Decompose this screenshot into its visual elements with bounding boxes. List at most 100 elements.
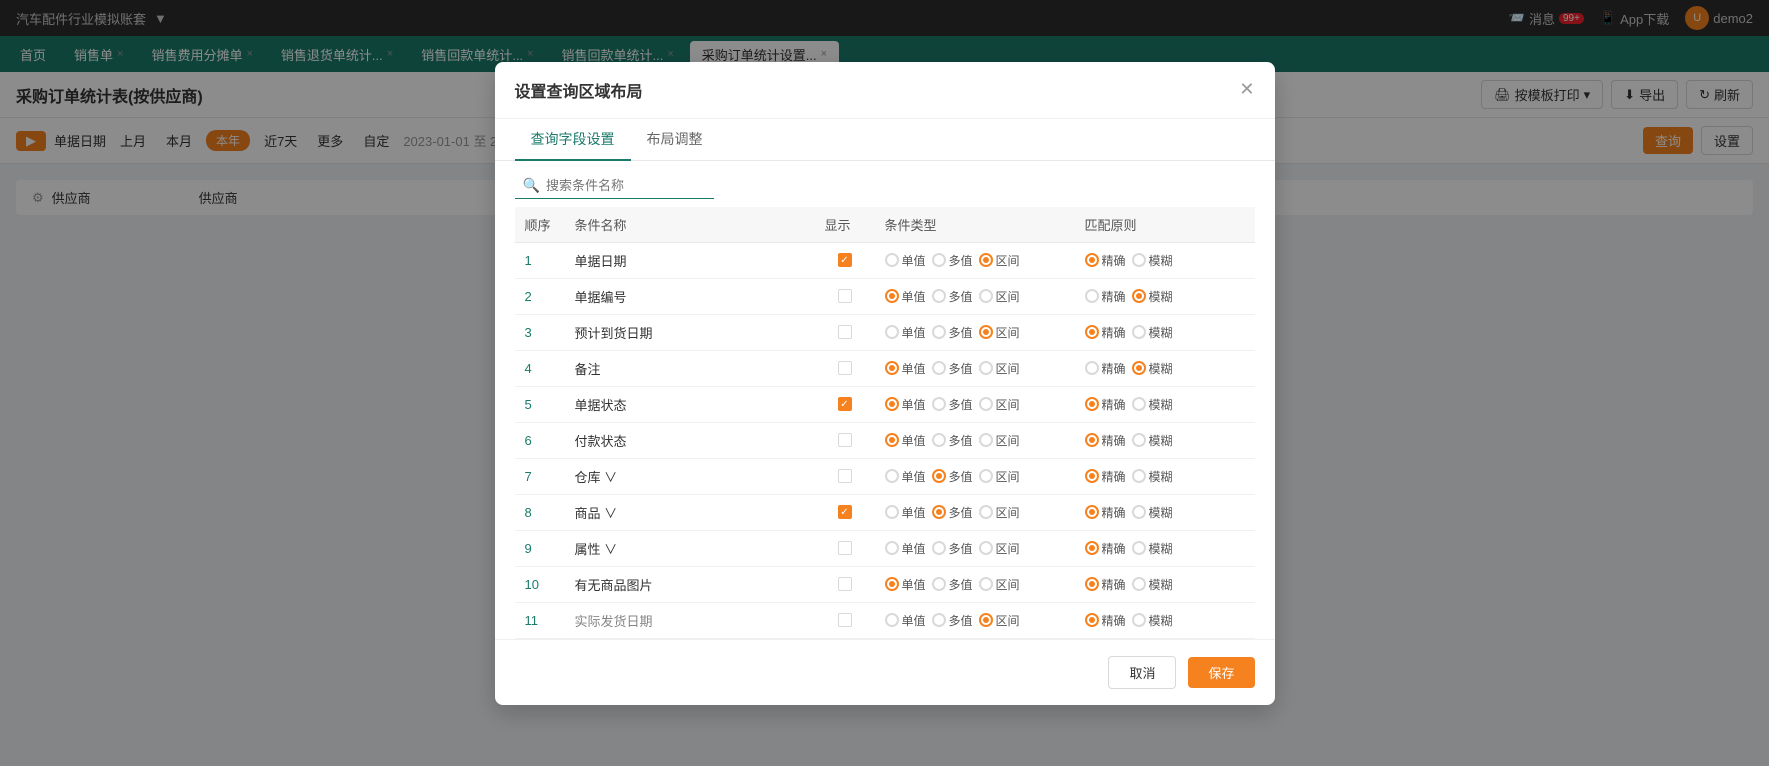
row-type-cell: 单值多值区间	[875, 458, 1075, 494]
show-checkbox[interactable]	[838, 469, 852, 483]
radio-circle	[1085, 433, 1099, 447]
dialog-close-button[interactable]: ✕	[1239, 79, 1254, 100]
radio-label: 精确	[1102, 288, 1126, 305]
rule-radio-fuzzy[interactable]: 模糊	[1132, 252, 1173, 269]
rule-radio-exact[interactable]: 精确	[1085, 252, 1126, 269]
radio-label: 单值	[902, 252, 926, 269]
radio-label: 精确	[1102, 540, 1126, 557]
rule-radio-fuzzy[interactable]: 模糊	[1132, 288, 1173, 305]
show-checkbox[interactable]	[838, 361, 852, 375]
type-radio-multi[interactable]: 多值	[932, 252, 973, 269]
col-show-header: 显示	[815, 207, 875, 243]
rule-radio-fuzzy[interactable]: 模糊	[1132, 504, 1173, 521]
type-radio-single[interactable]: 单值	[885, 576, 926, 593]
type-radio-range[interactable]: 区间	[979, 612, 1020, 629]
dialog-table-wrap: 顺序 条件名称 显示 条件类型 匹配原则 1单据日期单值多值区间精确模糊2单据编…	[495, 207, 1275, 639]
type-radio-range[interactable]: 区间	[979, 576, 1020, 593]
type-radio-range[interactable]: 区间	[979, 504, 1020, 521]
rule-radio-fuzzy[interactable]: 模糊	[1132, 576, 1173, 593]
type-radio-single[interactable]: 单值	[885, 288, 926, 305]
type-radio-range[interactable]: 区间	[979, 468, 1020, 485]
type-radio-single[interactable]: 单值	[885, 360, 926, 377]
type-radio-multi[interactable]: 多值	[932, 432, 973, 449]
show-checkbox[interactable]	[838, 613, 852, 627]
type-radio-range[interactable]: 区间	[979, 324, 1020, 341]
type-radio-multi[interactable]: 多值	[932, 396, 973, 413]
type-radio-single[interactable]: 单值	[885, 504, 926, 521]
rule-radio-fuzzy[interactable]: 模糊	[1132, 324, 1173, 341]
type-radio-single[interactable]: 单值	[885, 540, 926, 557]
rule-radio-fuzzy[interactable]: 模糊	[1132, 360, 1173, 377]
save-button[interactable]: 保存	[1188, 657, 1254, 688]
radio-circle	[979, 361, 993, 375]
type-radio-multi[interactable]: 多值	[932, 612, 973, 629]
condition-search-input[interactable]	[546, 178, 706, 193]
row-condition-name: 仓库 ∨	[565, 458, 815, 494]
type-radio-range[interactable]: 区间	[979, 396, 1020, 413]
type-radio-single[interactable]: 单值	[885, 432, 926, 449]
radio-circle	[885, 577, 899, 591]
dialog-tab-fields[interactable]: 查询字段设置	[515, 119, 631, 161]
rule-radio-exact[interactable]: 精确	[1085, 504, 1126, 521]
table-row: 9属性 ∨单值多值区间精确模糊	[515, 530, 1255, 566]
type-radio-range[interactable]: 区间	[979, 432, 1020, 449]
row-condition-name: 预计到货日期	[565, 314, 815, 350]
radio-label: 多值	[949, 252, 973, 269]
radio-label: 区间	[996, 324, 1020, 341]
rule-radio-fuzzy[interactable]: 模糊	[1132, 432, 1173, 449]
radio-circle	[1132, 253, 1146, 267]
type-radio-multi[interactable]: 多值	[932, 360, 973, 377]
type-radio-single[interactable]: 单值	[885, 324, 926, 341]
rule-radio-fuzzy[interactable]: 模糊	[1132, 612, 1173, 629]
radio-circle	[1132, 433, 1146, 447]
type-radio-single[interactable]: 单值	[885, 468, 926, 485]
radio-circle	[932, 325, 946, 339]
radio-label: 区间	[996, 360, 1020, 377]
type-radio-range[interactable]: 区间	[979, 252, 1020, 269]
rule-radio-exact[interactable]: 精确	[1085, 540, 1126, 557]
type-radio-range[interactable]: 区间	[979, 540, 1020, 557]
rule-radio-exact[interactable]: 精确	[1085, 432, 1126, 449]
show-checkbox[interactable]	[838, 577, 852, 591]
type-radio-multi[interactable]: 多值	[932, 504, 973, 521]
type-radio-multi[interactable]: 多值	[932, 468, 973, 485]
rule-radio-exact[interactable]: 精确	[1085, 360, 1126, 377]
type-radio-multi[interactable]: 多值	[932, 288, 973, 305]
rule-radio-fuzzy[interactable]: 模糊	[1132, 396, 1173, 413]
type-radio-single[interactable]: 单值	[885, 612, 926, 629]
show-checkbox[interactable]	[838, 253, 852, 267]
show-checkbox[interactable]	[838, 433, 852, 447]
rule-radio-exact[interactable]: 精确	[1085, 468, 1126, 485]
cancel-button[interactable]: 取消	[1108, 656, 1176, 689]
show-checkbox[interactable]	[838, 397, 852, 411]
rule-radio-fuzzy[interactable]: 模糊	[1132, 468, 1173, 485]
row-rule-cell: 精确模糊	[1075, 530, 1255, 566]
type-radio-multi[interactable]: 多值	[932, 540, 973, 557]
type-radio-range[interactable]: 区间	[979, 288, 1020, 305]
radio-circle	[1085, 325, 1099, 339]
radio-label: 单值	[902, 324, 926, 341]
rule-radio-exact[interactable]: 精确	[1085, 288, 1126, 305]
rule-radio-exact[interactable]: 精确	[1085, 576, 1126, 593]
type-radio-single[interactable]: 单值	[885, 252, 926, 269]
show-checkbox[interactable]	[838, 289, 852, 303]
type-radio-single[interactable]: 单值	[885, 396, 926, 413]
show-checkbox[interactable]	[838, 541, 852, 555]
show-checkbox[interactable]	[838, 325, 852, 339]
type-radio-multi[interactable]: 多值	[932, 324, 973, 341]
radio-label: 多值	[949, 432, 973, 449]
radio-circle	[932, 433, 946, 447]
rule-radio-exact[interactable]: 精确	[1085, 612, 1126, 629]
row-condition-name: 备注	[565, 350, 815, 386]
rule-radio-fuzzy[interactable]: 模糊	[1132, 540, 1173, 557]
rule-radio-exact[interactable]: 精确	[1085, 396, 1126, 413]
row-condition-name: 属性 ∨	[565, 530, 815, 566]
table-row: 2单据编号单值多值区间精确模糊	[515, 278, 1255, 314]
radio-label: 单值	[902, 468, 926, 485]
show-checkbox[interactable]	[838, 505, 852, 519]
radio-label: 区间	[996, 540, 1020, 557]
rule-radio-exact[interactable]: 精确	[1085, 324, 1126, 341]
type-radio-multi[interactable]: 多值	[932, 576, 973, 593]
dialog-tab-layout[interactable]: 布局调整	[631, 119, 719, 161]
type-radio-range[interactable]: 区间	[979, 360, 1020, 377]
